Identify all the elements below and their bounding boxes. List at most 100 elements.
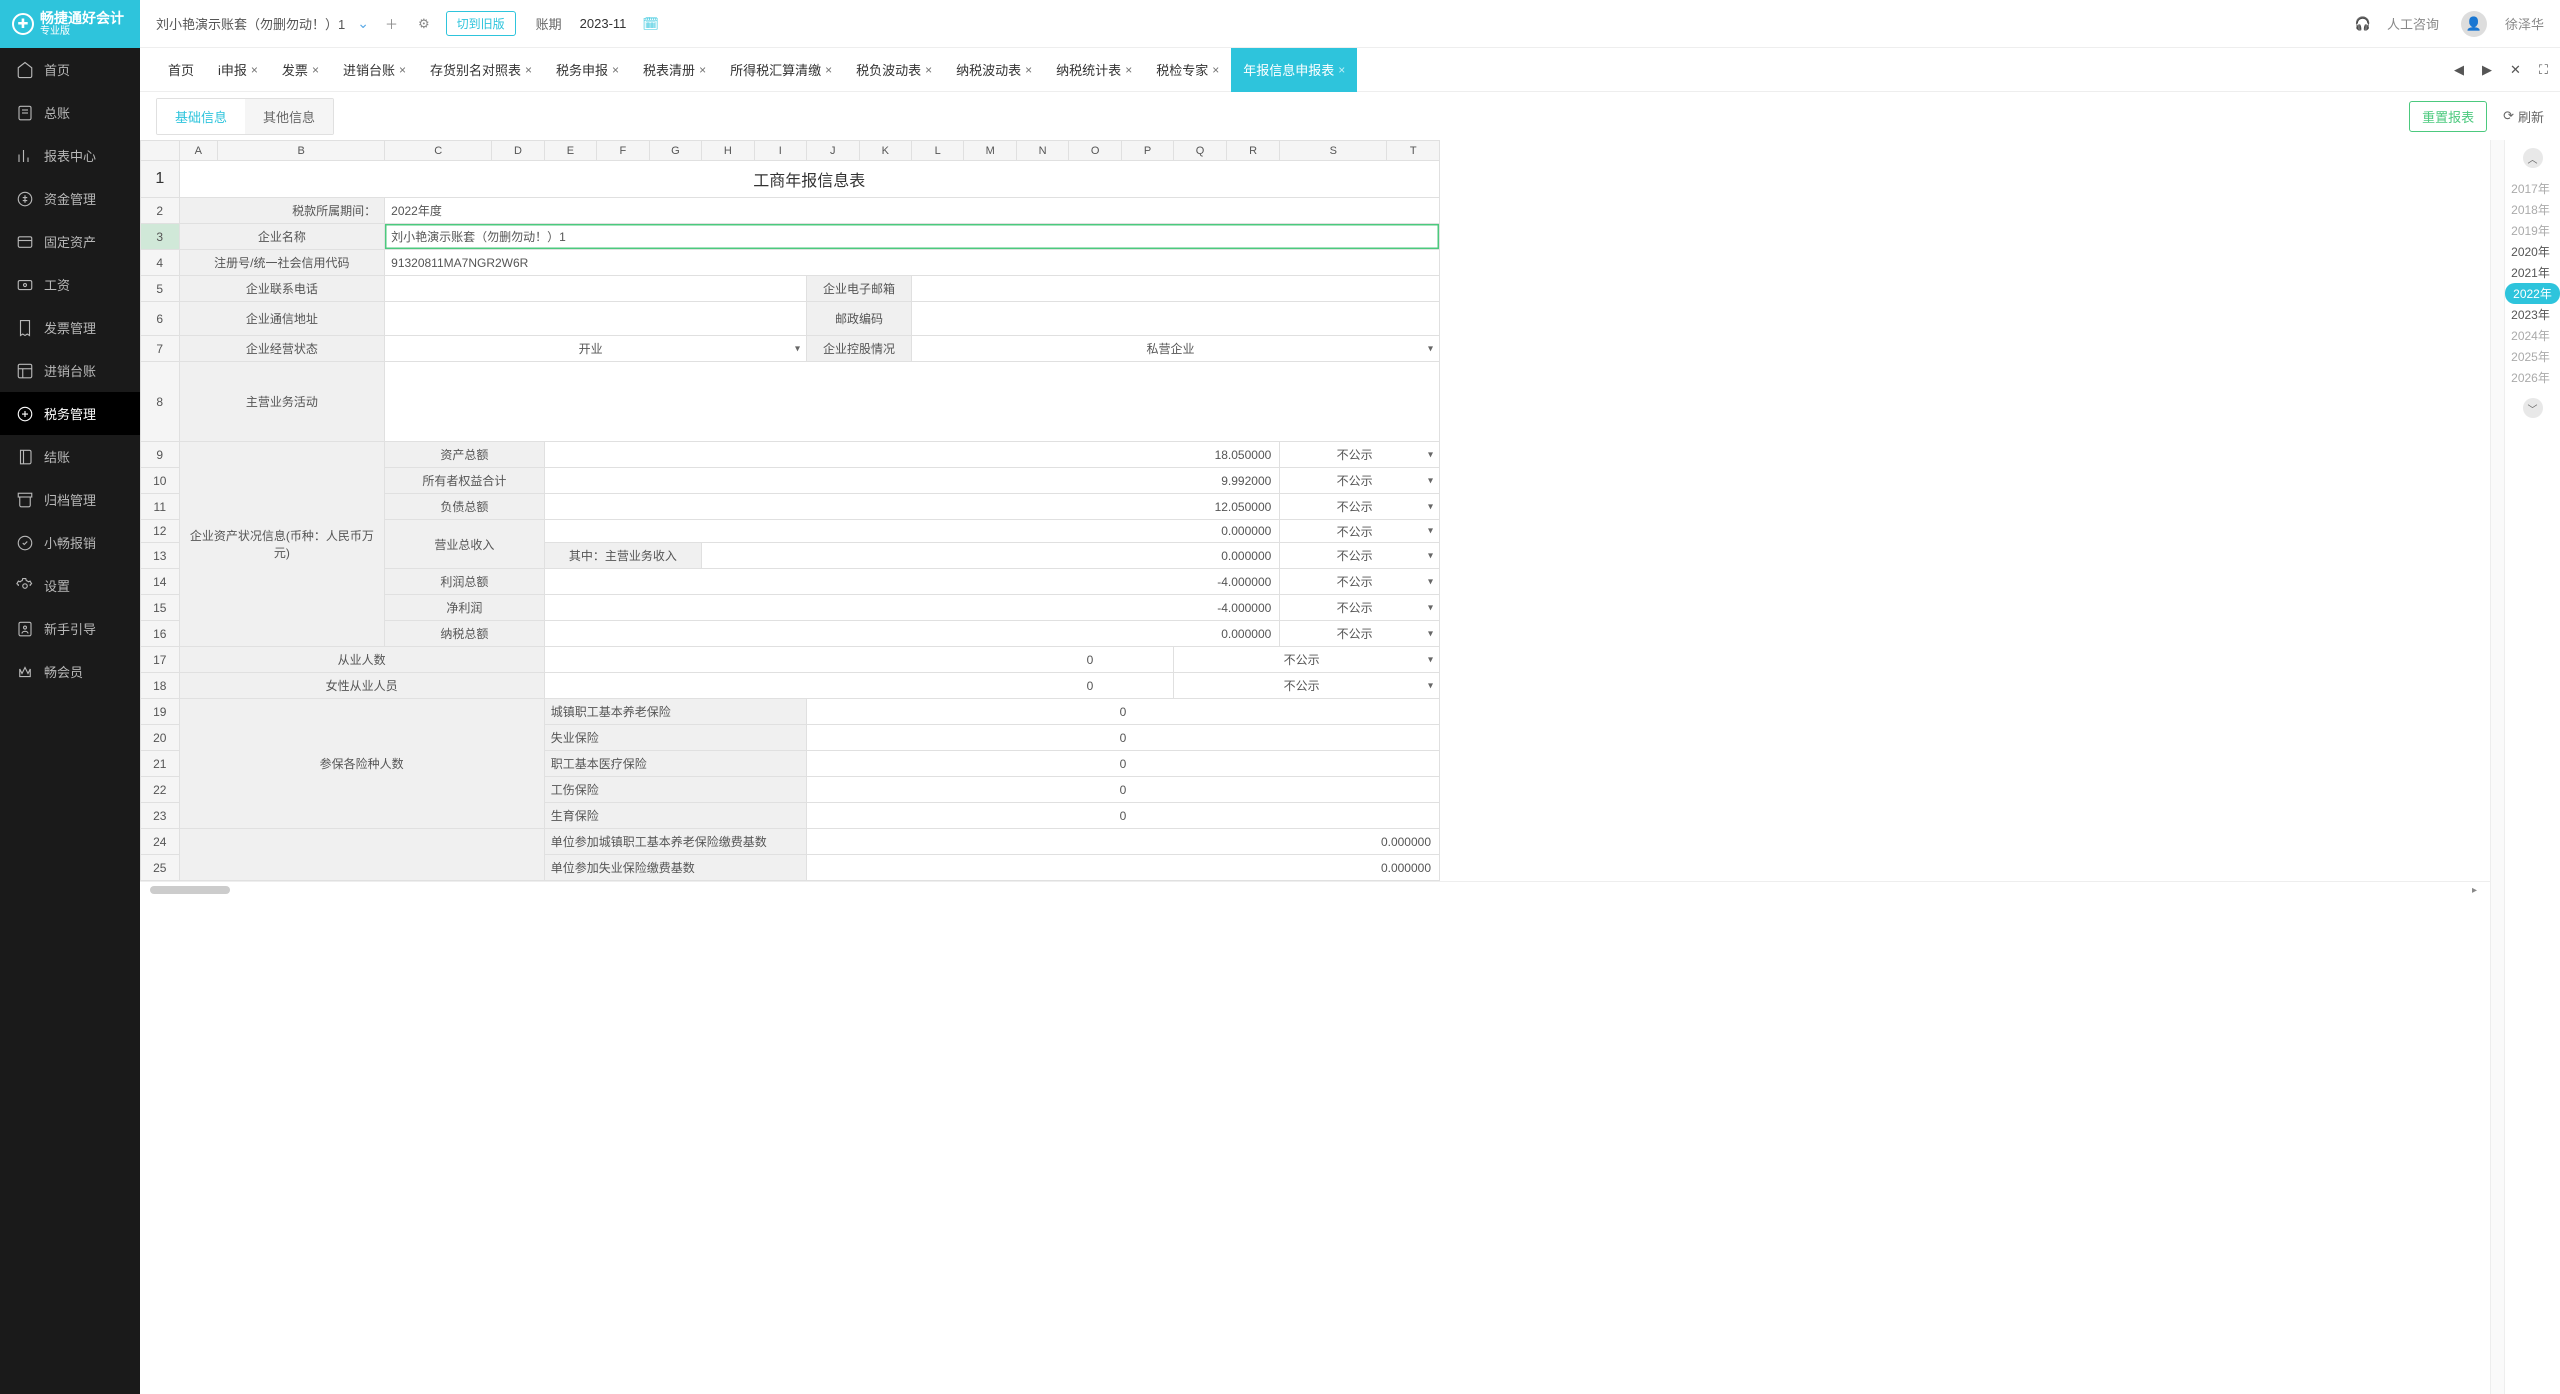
year-item[interactable]: 2026年 <box>2505 367 2560 388</box>
column-header[interactable]: N <box>1016 141 1068 161</box>
value-input[interactable]: 0.000000 <box>544 520 1280 543</box>
column-header[interactable]: D <box>492 141 544 161</box>
year-item[interactable]: 2018年 <box>2505 199 2560 220</box>
row-header[interactable]: 23 <box>141 803 180 829</box>
sub-tab-basic[interactable]: 基础信息 <box>157 99 245 134</box>
row-header[interactable]: 17 <box>141 647 180 673</box>
tab-prev-icon[interactable]: ◀ <box>2448 58 2470 82</box>
row-header[interactable]: 20 <box>141 725 180 751</box>
row-header[interactable]: 18 <box>141 673 180 699</box>
tab[interactable]: 纳税统计表× <box>1044 48 1144 92</box>
tab[interactable]: 首页 <box>156 48 206 92</box>
tab-close-icon[interactable]: × <box>612 63 619 77</box>
company-name-input[interactable]: 刘小艳演示账套（勿删勿动！）1 <box>385 224 1440 250</box>
value-input[interactable]: 0.000000 <box>807 829 1440 855</box>
tab[interactable]: 税检专家× <box>1144 48 1231 92</box>
row-header[interactable]: 10 <box>141 468 180 494</box>
year-down-icon[interactable]: ﹀ <box>2523 398 2543 418</box>
publicity-select[interactable]: 不公示 <box>1280 569 1440 595</box>
tab-close-icon[interactable]: × <box>699 63 706 77</box>
sidebar-item-vip[interactable]: 畅会员 <box>0 650 140 693</box>
horizontal-scrollbar[interactable]: ▸ <box>140 881 2490 899</box>
value-input[interactable]: 18.050000 <box>544 442 1280 468</box>
column-header[interactable]: I <box>754 141 806 161</box>
sidebar-item-asset[interactable]: 固定资产 <box>0 220 140 263</box>
calendar-icon[interactable]: 🗓 <box>642 16 659 32</box>
period-value-cell[interactable]: 2022年度 <box>385 198 1440 224</box>
column-header[interactable]: Q <box>1174 141 1226 161</box>
tab-close-icon[interactable]: × <box>312 63 319 77</box>
tab-close-icon[interactable]: × <box>925 63 932 77</box>
tab-next-icon[interactable]: ▶ <box>2476 58 2498 82</box>
row-header[interactable]: 8 <box>141 362 180 442</box>
sidebar-item-settings[interactable]: 设置 <box>0 564 140 607</box>
sidebar-item-salary[interactable]: 工资 <box>0 263 140 306</box>
value-input[interactable]: 0 <box>544 647 1174 673</box>
switch-old-button[interactable]: 切到旧版 <box>446 11 516 36</box>
column-header[interactable]: G <box>649 141 701 161</box>
value-input[interactable]: -4.000000 <box>544 595 1280 621</box>
column-header[interactable]: E <box>544 141 596 161</box>
column-header[interactable]: K <box>859 141 911 161</box>
publicity-select[interactable]: 不公示 <box>1280 543 1440 569</box>
tab[interactable]: 年报信息申报表× <box>1231 48 1357 92</box>
gear-icon[interactable]: ⚙ <box>414 12 434 36</box>
row-header[interactable]: 13 <box>141 543 180 569</box>
address-input[interactable] <box>385 302 807 336</box>
year-item[interactable]: 2025年 <box>2505 346 2560 367</box>
value-input[interactable]: 12.050000 <box>544 494 1280 520</box>
tab[interactable]: 税负波动表× <box>844 48 944 92</box>
add-icon[interactable]: ＋ <box>381 10 402 37</box>
row-header[interactable]: 15 <box>141 595 180 621</box>
column-header[interactable]: F <box>597 141 649 161</box>
support-link[interactable]: 人工咨询 <box>2387 14 2439 33</box>
period-value[interactable]: 2023-11 <box>580 16 627 31</box>
value-input[interactable]: 0.000000 <box>544 621 1280 647</box>
column-header[interactable]: M <box>964 141 1016 161</box>
value-input[interactable]: 0 <box>807 803 1440 829</box>
tab-close-icon[interactable]: × <box>1338 63 1345 77</box>
year-item[interactable]: 2021年 <box>2505 262 2560 283</box>
avatar-icon[interactable]: 👤 <box>2461 11 2487 37</box>
sub-tab-other[interactable]: 其他信息 <box>245 99 333 134</box>
value-input[interactable]: 0 <box>544 673 1174 699</box>
tab[interactable]: 税表清册× <box>631 48 718 92</box>
year-item[interactable]: 2017年 <box>2505 178 2560 199</box>
tab-fullscreen-icon[interactable]: ⛶ <box>2533 58 2554 82</box>
year-item[interactable]: 2024年 <box>2505 325 2560 346</box>
publicity-select[interactable]: 不公示 <box>1280 595 1440 621</box>
column-header[interactable]: O <box>1069 141 1121 161</box>
publicity-select[interactable]: 不公示 <box>1280 468 1440 494</box>
sidebar-item-tax[interactable]: 税务管理 <box>0 392 140 435</box>
value-input[interactable]: 0.000000 <box>702 543 1280 569</box>
tab[interactable]: i申报× <box>206 48 270 92</box>
headset-icon[interactable]: 🎧 <box>2355 16 2371 32</box>
tab[interactable]: 发票× <box>270 48 331 92</box>
tab-close-icon[interactable]: × <box>1212 63 1219 77</box>
tab-close-icon[interactable]: × <box>251 63 258 77</box>
main-biz-input[interactable] <box>385 362 1440 442</box>
status-select[interactable]: 开业 <box>385 336 807 362</box>
tab[interactable]: 所得税汇算清缴× <box>718 48 844 92</box>
sidebar-item-xiaochang[interactable]: 小畅报销 <box>0 521 140 564</box>
tab[interactable]: 税务申报× <box>544 48 631 92</box>
row-header[interactable]: 19 <box>141 699 180 725</box>
tab-close-icon[interactable]: × <box>399 63 406 77</box>
publicity-select[interactable]: 不公示 <box>1174 673 1440 699</box>
row-header[interactable]: 16 <box>141 621 180 647</box>
tab[interactable]: 存货别名对照表× <box>418 48 544 92</box>
value-input[interactable]: 9.992000 <box>544 468 1280 494</box>
chevron-down-icon[interactable]: ⌄ <box>357 15 369 32</box>
column-header[interactable]: L <box>911 141 963 161</box>
column-header[interactable]: S <box>1280 141 1387 161</box>
sidebar-item-report[interactable]: 报表中心 <box>0 134 140 177</box>
sidebar-item-home[interactable]: 首页 <box>0 48 140 91</box>
postcode-input[interactable] <box>911 302 1439 336</box>
row-header[interactable]: 12 <box>141 520 180 543</box>
row-header[interactable]: 14 <box>141 569 180 595</box>
value-input[interactable]: -4.000000 <box>544 569 1280 595</box>
publicity-select[interactable]: 不公示 <box>1280 621 1440 647</box>
tab-close-icon[interactable]: × <box>1025 63 1032 77</box>
email-input[interactable] <box>911 276 1439 302</box>
tab[interactable]: 纳税波动表× <box>944 48 1044 92</box>
